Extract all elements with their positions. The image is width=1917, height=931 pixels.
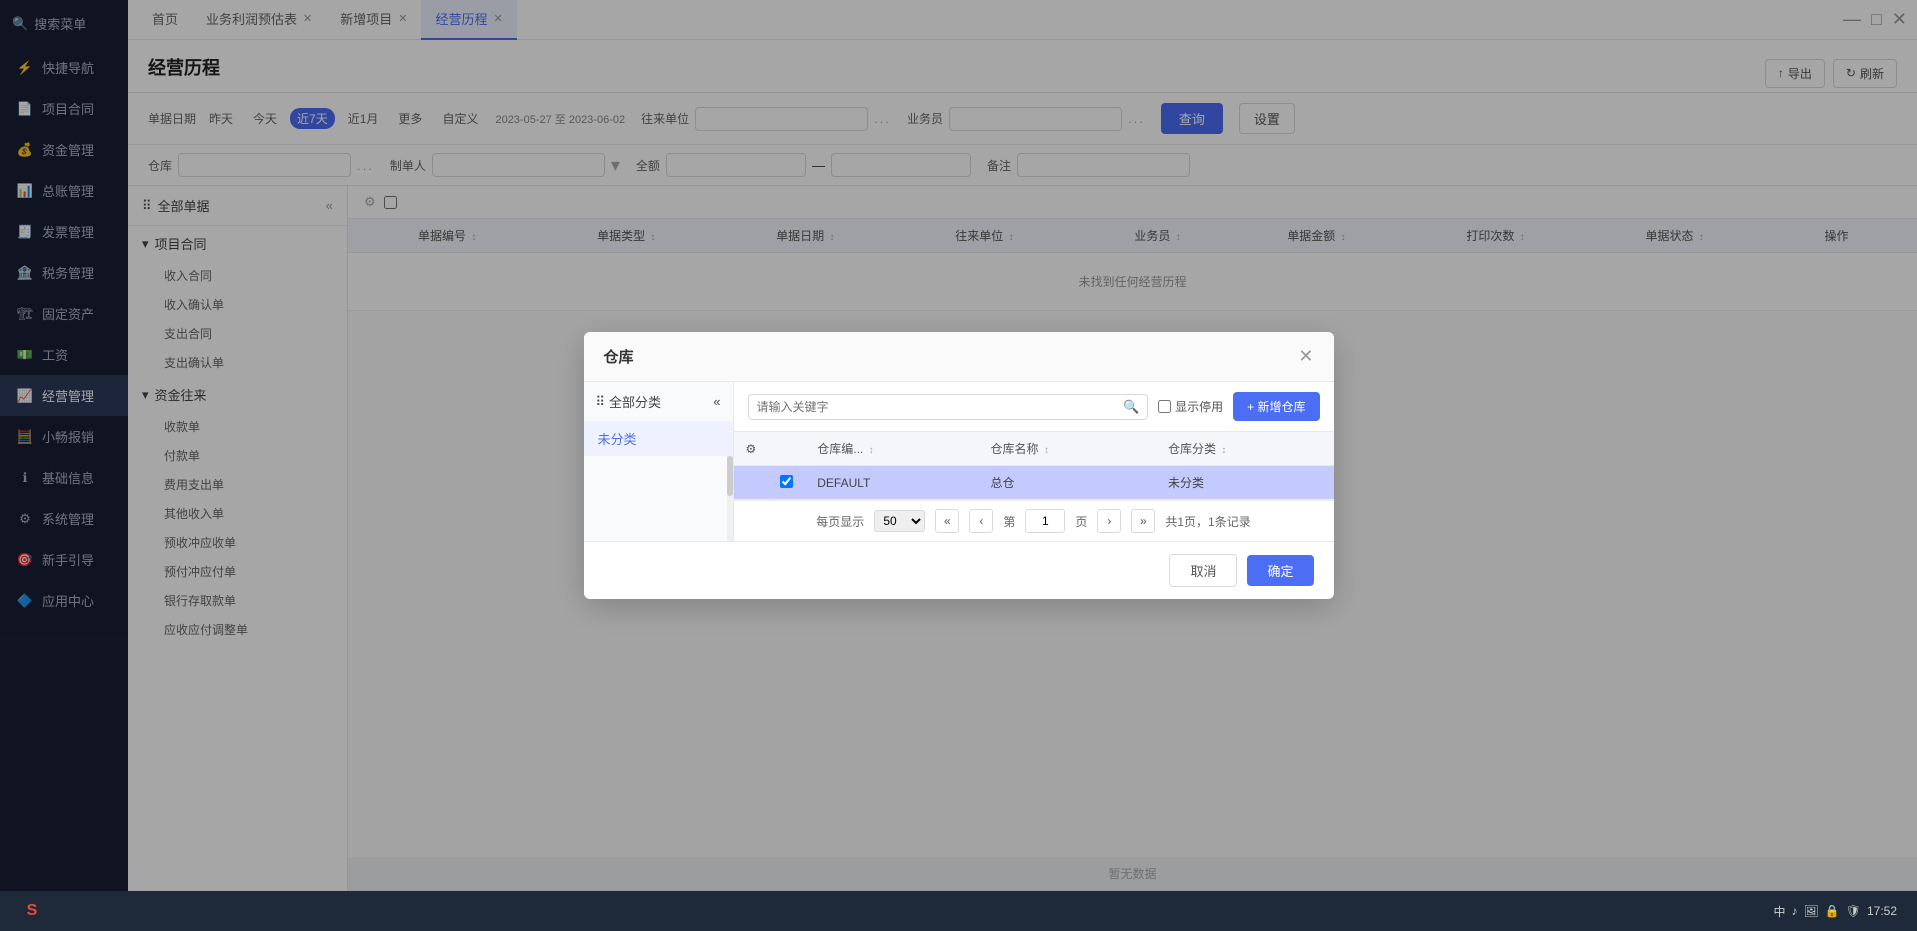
dialog-last-btn[interactable]: » xyxy=(1131,509,1155,533)
name-sort-icon: ↕ xyxy=(1044,445,1049,456)
row-checkbox-cell[interactable] xyxy=(768,466,805,500)
dialog-per-page-label: 每页显示 xyxy=(816,513,864,530)
tray-screen[interactable]: 🖼 xyxy=(1804,904,1819,918)
dialog-page-input[interactable] xyxy=(1025,509,1065,533)
dialog-col-name[interactable]: 仓库名称 ↕ xyxy=(978,432,1156,466)
grid-icon-dialog: ⠿ xyxy=(596,394,606,410)
system-tray: 中 ♪ 🖼 🔒 🛡 17:52 xyxy=(1774,903,1909,920)
row-name-cell: 总仓 xyxy=(978,466,1156,500)
dialog-first-btn[interactable]: « xyxy=(935,509,959,533)
dialog-right-panel: 🔍 显示停用 + 新增仓库 ⚙ xyxy=(734,382,1334,541)
dialog-next-btn[interactable]: › xyxy=(1097,509,1121,533)
dialog-close-btn[interactable]: ✕ xyxy=(1298,346,1313,367)
tray-lock[interactable]: 🔒 xyxy=(1825,904,1840,918)
cancel-button[interactable]: 取消 xyxy=(1169,554,1237,587)
warehouse-table: ⚙ 仓库编... ↕ 仓库名称 ↕ xyxy=(734,432,1334,500)
tray-chinese[interactable]: 中 xyxy=(1774,903,1786,920)
dialog-header: 仓库 ✕ xyxy=(584,332,1334,382)
row-settings-cell xyxy=(734,466,769,500)
dialog-collapse-btn[interactable]: « xyxy=(713,394,720,409)
dialog-toolbar: 🔍 显示停用 + 新增仓库 xyxy=(734,382,1334,432)
dialog-category-uncategorized[interactable]: 未分类 xyxy=(584,421,733,456)
row-category-cell: 未分类 xyxy=(1156,466,1334,500)
dialog-pagination: 每页显示 50 100 « ‹ 第 页 › » 共1页，1条记录 xyxy=(734,500,1334,541)
show-disabled-label: 显示停用 xyxy=(1175,398,1223,415)
tray-shield[interactable]: 🛡 xyxy=(1846,904,1861,918)
dialog-page-size-select[interactable]: 50 100 xyxy=(874,510,925,532)
taskbar-time: 17:52 xyxy=(1867,904,1897,918)
taskbar: S 中 ♪ 🖼 🔒 🛡 17:52 xyxy=(0,891,1917,931)
tray-sound[interactable]: ♪ xyxy=(1792,904,1798,918)
warehouse-dialog: 仓库 ✕ ⠿ 全部分类 « 未分类 xyxy=(584,332,1334,599)
dialog-col-code[interactable]: 仓库编... ↕ xyxy=(805,432,978,466)
search-icon-dialog: 🔍 xyxy=(1123,399,1139,415)
dialog-search-box[interactable]: 🔍 xyxy=(748,394,1149,420)
dialog-actions: 取消 确定 xyxy=(584,541,1334,599)
row-code-cell: DEFAULT xyxy=(805,466,978,500)
dialog-col-category[interactable]: 仓库分类 ↕ xyxy=(1156,432,1334,466)
show-disabled-checkbox[interactable] xyxy=(1158,400,1171,413)
add-warehouse-button[interactable]: + 新增仓库 xyxy=(1233,392,1319,421)
row-checkbox[interactable] xyxy=(780,475,793,488)
dialog-table-area: ⚙ 仓库编... ↕ 仓库名称 ↕ xyxy=(734,432,1334,500)
dialog-title: 仓库 xyxy=(604,346,634,367)
dialog-page-text: 第 xyxy=(1003,513,1015,530)
dialog-left-panel: ⠿ 全部分类 « 未分类 xyxy=(584,382,734,541)
show-disabled-checkbox-label[interactable]: 显示停用 xyxy=(1158,398,1223,415)
dialog-overlay: 仓库 ✕ ⠿ 全部分类 « 未分类 xyxy=(0,0,1917,931)
all-categories-label: 全部分类 xyxy=(609,392,661,411)
dialog-col-checkbox xyxy=(768,432,805,466)
table-row[interactable]: DEFAULT 总仓 未分类 xyxy=(734,466,1334,500)
confirm-button[interactable]: 确定 xyxy=(1247,555,1313,586)
dialog-col-settings: ⚙ xyxy=(734,432,769,466)
dialog-search-input[interactable] xyxy=(757,400,1117,414)
dialog-body: ⠿ 全部分类 « 未分类 xyxy=(584,382,1334,541)
dialog-prev-btn[interactable]: ‹ xyxy=(969,509,993,533)
dialog-page-label: 页 xyxy=(1075,513,1087,530)
taskbar-start[interactable]: S xyxy=(8,894,56,928)
dialog-total-label: 共1页，1条记录 xyxy=(1165,513,1250,530)
uncategorized-label: 未分类 xyxy=(598,432,637,447)
code-sort-icon: ↕ xyxy=(869,445,874,456)
dialog-left-header[interactable]: ⠿ 全部分类 « xyxy=(584,382,733,421)
category-sort-icon: ↕ xyxy=(1221,445,1226,456)
